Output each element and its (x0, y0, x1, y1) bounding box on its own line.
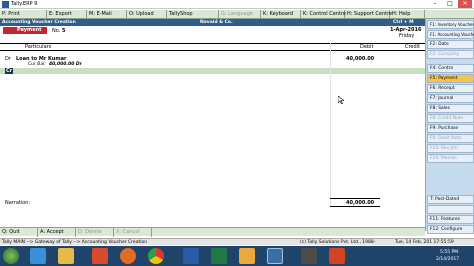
right-button-panel: F1: Inventory Vouchers F1: Accounting Vo… (425, 19, 474, 234)
journal-button[interactable]: F7: Journal (427, 94, 474, 103)
cur-bal-value: 40,000.00 Dr (49, 62, 82, 67)
post-dated-button[interactable]: T: Post-Dated (427, 195, 474, 204)
delete-button[interactable]: D: Delete (76, 228, 114, 237)
voucher-day: Friday (399, 33, 415, 39)
maximize-button[interactable]: □ (443, 0, 457, 8)
credit-note-button[interactable]: F8: Credit Note (427, 114, 474, 123)
contra-button[interactable]: F4: Contra (427, 64, 474, 73)
date-button[interactable]: F2: Date (427, 40, 474, 49)
ie-icon[interactable] (30, 248, 46, 264)
menu-help[interactable]: H: Help (390, 10, 425, 19)
media-icon[interactable] (92, 248, 108, 264)
bottom-button-bar: Q: Quit A: Accept D: Delete X: Cancel (0, 227, 425, 237)
entry-drcr: Dr (5, 56, 11, 62)
minimize-button[interactable]: – (428, 0, 442, 8)
mouse-cursor-icon (337, 95, 345, 105)
menu-control-centre[interactable]: K: Control Centre (301, 10, 346, 19)
chrome-icon[interactable] (148, 248, 164, 264)
accounting-vouchers-button[interactable]: F1: Accounting Vouchers (427, 30, 474, 39)
sales-button[interactable]: F8: Sales (427, 104, 474, 113)
cur-bal-label: Cur Bal: (28, 62, 46, 67)
copyright-text: (c) Tally Solutions Pvt. Ltd., 1988- (300, 240, 376, 245)
menu-keyboard[interactable]: K: Keyboard (261, 10, 301, 19)
debit-note-button[interactable]: F9: Debit Note (427, 134, 474, 143)
close-button[interactable]: ✕ (458, 0, 472, 8)
tally-logo-icon (2, 1, 9, 8)
excel-icon[interactable] (211, 248, 227, 264)
configure-button[interactable]: F12: Configure (427, 225, 474, 234)
purchase-button[interactable]: F9: Purchase (427, 124, 474, 133)
inventory-vouchers-button[interactable]: F1: Inventory Vouchers (427, 20, 474, 29)
features-button[interactable]: F11: Features (427, 215, 474, 224)
quit-button[interactable]: Q: Quit (0, 228, 38, 237)
cancel-button[interactable]: X: Cancel (114, 228, 152, 237)
menu-email[interactable]: M: E-Mail (87, 10, 127, 19)
title-bar: Tally.ERP 9 – □ ✕ (0, 0, 474, 9)
navigation-path: Tally MAIN --> Gateway of Tally --> Acco… (2, 240, 148, 245)
header-divider-bottom (0, 50, 425, 51)
total-line-top (330, 198, 380, 199)
menu-tallyshop[interactable]: TallyShop (167, 10, 219, 19)
narration-label: Narration: (5, 200, 31, 206)
receipt-button[interactable]: F6: Receipt (427, 84, 474, 93)
voucher-type-badge[interactable]: Payment (3, 27, 47, 34)
screen-title: Accounting Voucher Creation (2, 20, 76, 25)
tally-icon[interactable] (267, 248, 283, 264)
status-datetime: Tue, 14 Feb, 201 17:55:59 (395, 240, 454, 245)
entry-row[interactable]: Dr Loan to Mr Kumar Cur Bal: 40,000.00 D… (0, 55, 425, 68)
debit-column-divider (330, 43, 331, 206)
cr-cursor[interactable]: Cr (5, 68, 14, 74)
word-icon[interactable] (183, 248, 199, 264)
clock-date[interactable]: 2/14/2017 (436, 257, 459, 262)
blank-button (427, 205, 474, 214)
memos-button[interactable]: F10: Memos (427, 154, 474, 163)
voucher-no-label: No. (52, 28, 61, 34)
camera-icon[interactable] (301, 248, 317, 264)
window-title: Tally.ERP 9 (11, 1, 38, 7)
folder-icon[interactable] (58, 248, 74, 264)
voucher-no[interactable]: 5 (62, 28, 65, 34)
reversing-journal-button[interactable]: F10: Rev Jrnl (427, 144, 474, 153)
payment-button[interactable]: F5: Payment (427, 74, 474, 83)
company-name: Navaid & Co. (200, 20, 233, 25)
active-entry-row[interactable]: Cr (0, 68, 425, 74)
company-button[interactable]: F2: Company (427, 50, 474, 59)
menu-support-centre[interactable]: H: Support Centre (345, 10, 392, 19)
paint-icon[interactable] (239, 248, 255, 264)
total-line-bottom (330, 206, 380, 207)
menu-language[interactable]: G: Language (219, 10, 261, 19)
start-icon[interactable] (3, 248, 19, 264)
menu-export[interactable]: E: Export (47, 10, 87, 19)
powerpoint-icon[interactable] (329, 248, 345, 264)
windows-taskbar: 5:55 PM 2/14/2017 (0, 246, 474, 266)
screen-header: Accounting Voucher Creation Navaid & Co.… (0, 19, 425, 26)
shortcut-hint: Ctrl + M (393, 20, 414, 25)
firefox-icon[interactable] (120, 248, 136, 264)
menu-upload[interactable]: O: Upload (127, 10, 167, 19)
menu-print[interactable]: P: Print (0, 10, 47, 19)
top-menu-bar: P: Print E: Export M: E-Mail O: Upload T… (0, 10, 474, 19)
accept-button[interactable]: A: Accept (38, 228, 76, 237)
status-bar: Tally MAIN --> Gateway of Tally --> Acco… (0, 238, 474, 245)
entry-debit[interactable]: 40,000.00 (346, 56, 374, 62)
clock-time[interactable]: 5:55 PM (440, 250, 458, 255)
